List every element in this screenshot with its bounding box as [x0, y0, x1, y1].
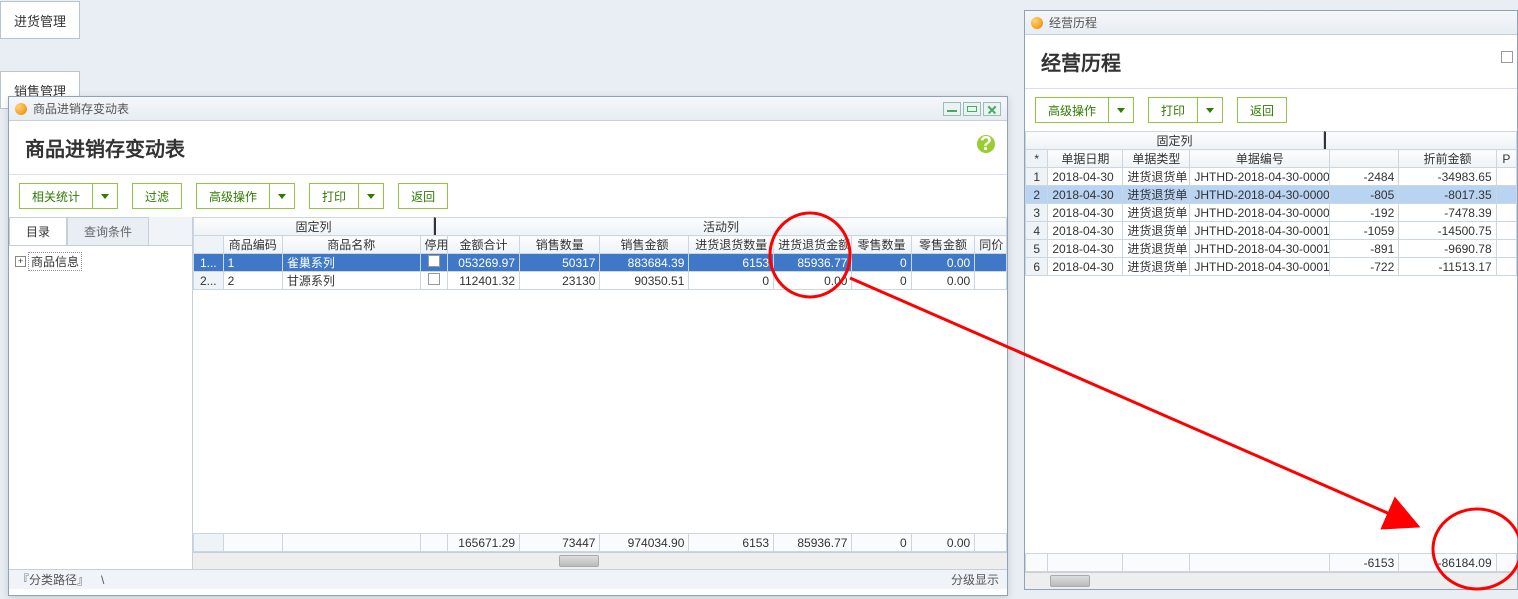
inventory-footer: 165671.29 73447 974034.90 6153 85936.77 …	[193, 533, 1007, 552]
caret-down-icon	[101, 194, 109, 199]
col-header[interactable]	[194, 236, 224, 254]
toolbar: 高级操作 打印 返回	[1025, 89, 1517, 131]
table-row[interactable]: 32018-04-30进货退货单JHTHD-2018-04-30-00009-1…	[1026, 204, 1517, 222]
sum-retq: 0	[852, 534, 911, 552]
title-bar: 经营历程	[1025, 11, 1517, 35]
app-icon	[15, 103, 27, 115]
col-header[interactable]: 单据类型	[1123, 150, 1190, 168]
toolbar: 相关统计 过滤 高级操作 打印 返回	[9, 175, 1007, 217]
window-inventory-report: 商品进销存变动表 商品进销存变动表 ? 相关统计 过滤 高级操作 打印 返回 目…	[8, 96, 1008, 596]
sum-sales: 974034.90	[600, 534, 689, 552]
col-header[interactable]: 单据编号	[1190, 150, 1330, 168]
col-header[interactable]: 零售数量	[852, 236, 911, 254]
app-icon	[1031, 17, 1043, 29]
col-header[interactable]: 同价	[975, 236, 1007, 254]
maximize-icon[interactable]	[963, 102, 981, 116]
table-row[interactable]: 1...1雀巢系列 053269.9750317883684.39 615385…	[194, 254, 1007, 272]
col-header[interactable]: *	[1026, 150, 1048, 168]
tab-catalog[interactable]: 目录	[9, 217, 67, 245]
col-header[interactable]: 进货退货数量	[689, 236, 774, 254]
print-dropdown[interactable]	[1197, 97, 1223, 123]
col-header[interactable]	[1330, 150, 1399, 168]
col-group-fixed: 固定列	[193, 217, 434, 235]
col-header[interactable]: 单据日期	[1048, 150, 1123, 168]
nav-purchase[interactable]: 进货管理	[0, 1, 80, 39]
print-dropdown[interactable]	[358, 183, 384, 209]
close-icon[interactable]	[983, 102, 1001, 116]
table-row[interactable]: 22018-04-30进货退货单JHTHD-2018-04-30-00008-8…	[1026, 186, 1517, 204]
col-header[interactable]: 进货退货金额	[774, 236, 852, 254]
advanced-button[interactable]: 高级操作	[1035, 97, 1109, 123]
col-header[interactable]: 金额合计	[448, 236, 520, 254]
col-header[interactable]: 商品编码	[223, 236, 282, 254]
sum-qty: 73447	[520, 534, 600, 552]
tab-query[interactable]: 查询条件	[67, 217, 149, 245]
scrollbar-x[interactable]	[193, 552, 1007, 569]
checkbox[interactable]	[1501, 51, 1513, 63]
col-header[interactable]: 停用	[420, 236, 448, 254]
col-group-rest	[1324, 131, 1517, 149]
col-header[interactable]: 折前金额	[1399, 150, 1496, 168]
window-business-history: 经营历程 经营历程 高级操作 打印 返回 固定列 *单据日期单据类型单据编号 折前…	[1024, 10, 1518, 590]
back-button[interactable]: 返回	[1237, 97, 1287, 123]
history-footer: -6153-86184.09	[1025, 553, 1517, 572]
sum-amt: -86184.09	[1399, 554, 1496, 572]
sum-qty: -6153	[1330, 554, 1399, 572]
table-row[interactable]: 2...2甘源系列 112401.322313090350.51 00.0000…	[194, 272, 1007, 290]
status-bar: 『分类路径』 \ 分级显示	[9, 569, 1007, 589]
caret-down-icon	[367, 194, 375, 199]
help-icon[interactable]: ?	[977, 135, 995, 153]
table-row[interactable]: 52018-04-30进货退货单JHTHD-2018-04-30-00011-8…	[1026, 240, 1517, 258]
col-header[interactable]: P	[1496, 150, 1516, 168]
page-title: 商品进销存变动表	[25, 139, 185, 161]
table-row[interactable]: 42018-04-30进货退货单JHTHD-2018-04-30-00010-1…	[1026, 222, 1517, 240]
page-title-row: 商品进销存变动表 ?	[9, 121, 1007, 175]
inventory-grid[interactable]: 商品编码商品名称停用金额合计销售数量销售金额进货退货数量进货退货金额零售数量零售…	[193, 235, 1007, 290]
window-title: 商品进销存变动表	[33, 100, 129, 117]
title-bar: 商品进销存变动表	[9, 97, 1007, 121]
filter-button[interactable]: 过滤	[132, 183, 182, 209]
page-title: 经营历程	[1041, 53, 1121, 75]
tree-expand-icon[interactable]: +	[15, 256, 26, 267]
sum-ra: 85936.77	[774, 534, 852, 552]
status-left: 『分类路径』	[17, 571, 89, 588]
col-group-active: 活动列	[434, 217, 1007, 235]
sum-rq: 6153	[689, 534, 774, 552]
caret-down-icon	[1206, 108, 1214, 113]
page-title-row: 经营历程	[1025, 35, 1517, 89]
col-group-fixed: 固定列	[1025, 131, 1324, 149]
table-row[interactable]: 62018-04-30进货退货单JHTHD-2018-04-30-00012-7…	[1026, 258, 1517, 276]
advanced-dropdown[interactable]	[269, 183, 295, 209]
advanced-button[interactable]: 高级操作	[196, 183, 270, 209]
print-button[interactable]: 打印	[1148, 97, 1198, 123]
advanced-dropdown[interactable]	[1108, 97, 1134, 123]
scrollbar-x[interactable]	[1025, 572, 1517, 589]
back-button[interactable]: 返回	[398, 183, 448, 209]
print-button[interactable]: 打印	[309, 183, 359, 209]
side-tabs: 目录 查询条件	[9, 217, 192, 246]
window-title: 经营历程	[1049, 14, 1097, 31]
tree-item-label: 商品信息	[28, 252, 82, 271]
related-stats-dropdown[interactable]	[92, 183, 118, 209]
table-row[interactable]: 12018-04-30进货退货单JHTHD-2018-04-30-00007-2…	[1026, 168, 1517, 186]
tree[interactable]: + 商品信息	[9, 246, 192, 277]
col-header[interactable]: 销售数量	[520, 236, 600, 254]
col-header[interactable]: 商品名称	[282, 236, 420, 254]
status-right: 分级显示	[951, 571, 999, 588]
caret-down-icon	[1117, 108, 1125, 113]
sum-amt: 165671.29	[448, 534, 520, 552]
col-header[interactable]: 零售金额	[911, 236, 975, 254]
history-grid[interactable]: *单据日期单据类型单据编号 折前金额P 12018-04-30进货退货单JHTHD…	[1025, 149, 1517, 276]
col-header[interactable]: 销售金额	[600, 236, 689, 254]
sum-reta: 0.00	[911, 534, 975, 552]
minimize-icon[interactable]	[943, 102, 961, 116]
related-stats-button[interactable]: 相关统计	[19, 183, 93, 209]
nav-label: 进货管理	[14, 11, 66, 30]
caret-down-icon	[278, 194, 286, 199]
